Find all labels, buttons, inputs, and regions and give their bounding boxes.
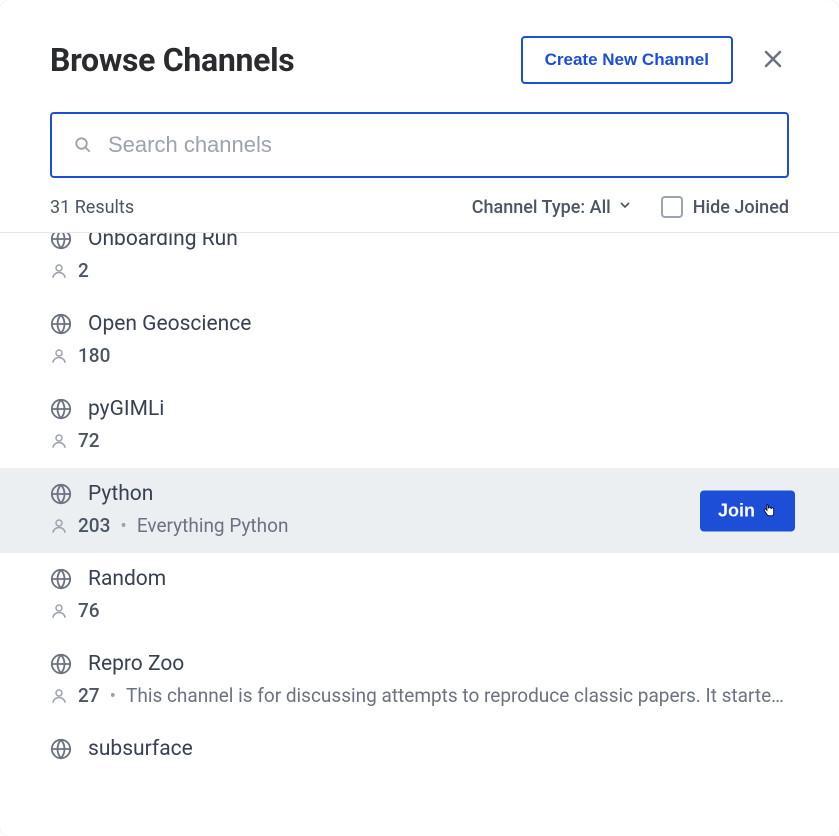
globe-icon [50,483,72,505]
channel-name: Repro Zoo [88,652,184,676]
globe-icon [50,568,72,590]
hide-joined-toggle[interactable]: Hide Joined [661,196,789,218]
user-icon [50,517,68,535]
close-button[interactable] [757,43,789,78]
channel-description: This channel is for discussing attempts … [126,684,789,707]
channel-type-filter[interactable]: Channel Type: All [472,197,633,218]
search-icon [74,136,92,154]
filter-row: 31 Results Channel Type: All Hide Joined [50,196,789,232]
globe-icon [50,738,72,760]
user-icon [50,347,68,365]
channel-name: subsurface [88,737,193,761]
modal-header: Browse Channels Create New Channel 31 Re… [0,0,839,232]
channel-item[interactable]: pyGIMLi 72 [0,383,839,468]
channel-description: Everything Python [137,514,289,537]
user-icon [50,602,68,620]
user-icon [50,687,68,705]
member-count: 27 [78,684,100,707]
checkbox-icon [661,196,683,218]
channel-item[interactable]: Open Geoscience 180 [0,298,839,383]
channel-item[interactable]: Python 203 • Everything Python Join [0,468,839,553]
member-count: 76 [78,599,100,622]
channel-name: Open Geoscience [88,312,251,336]
member-count: 180 [78,344,110,367]
channel-name: Onboarding Run [88,233,238,251]
channel-type-label: Channel Type: All [472,197,611,218]
channel-item[interactable]: Onboarding Run 2 [0,233,839,298]
separator: • [120,514,126,537]
globe-icon [50,398,72,420]
member-count: 203 [78,514,110,537]
chevron-down-icon [617,197,633,218]
close-icon [761,47,785,74]
search-input[interactable] [108,132,765,158]
channel-item[interactable]: subsurface [0,723,839,785]
search-field-wrapper[interactable] [50,112,789,178]
separator: • [110,684,116,707]
create-channel-button[interactable]: Create New Channel [521,36,733,84]
page-title: Browse Channels [50,41,294,79]
channel-item[interactable]: Random 76 [0,553,839,638]
member-count: 2 [78,259,89,282]
channel-name: Python [88,482,153,506]
channel-name: Random [88,567,166,591]
hide-joined-label: Hide Joined [693,197,789,218]
join-button[interactable]: Join [700,490,795,531]
channel-item[interactable]: Repro Zoo 27 • This channel is for discu… [0,638,839,723]
channel-name: pyGIMLi [88,397,164,421]
globe-icon [50,313,72,335]
join-label: Join [718,500,755,521]
browse-channels-modal: Browse Channels Create New Channel 31 Re… [0,0,839,836]
globe-icon [50,653,72,675]
globe-icon [50,233,72,250]
pointer-cursor-icon [761,502,777,520]
user-icon [50,262,68,280]
results-count: 31 Results [50,197,134,218]
member-count: 72 [78,429,100,452]
user-icon [50,432,68,450]
channel-list[interactable]: Onboarding Run 2 Open Geoscience 180 [0,233,839,836]
